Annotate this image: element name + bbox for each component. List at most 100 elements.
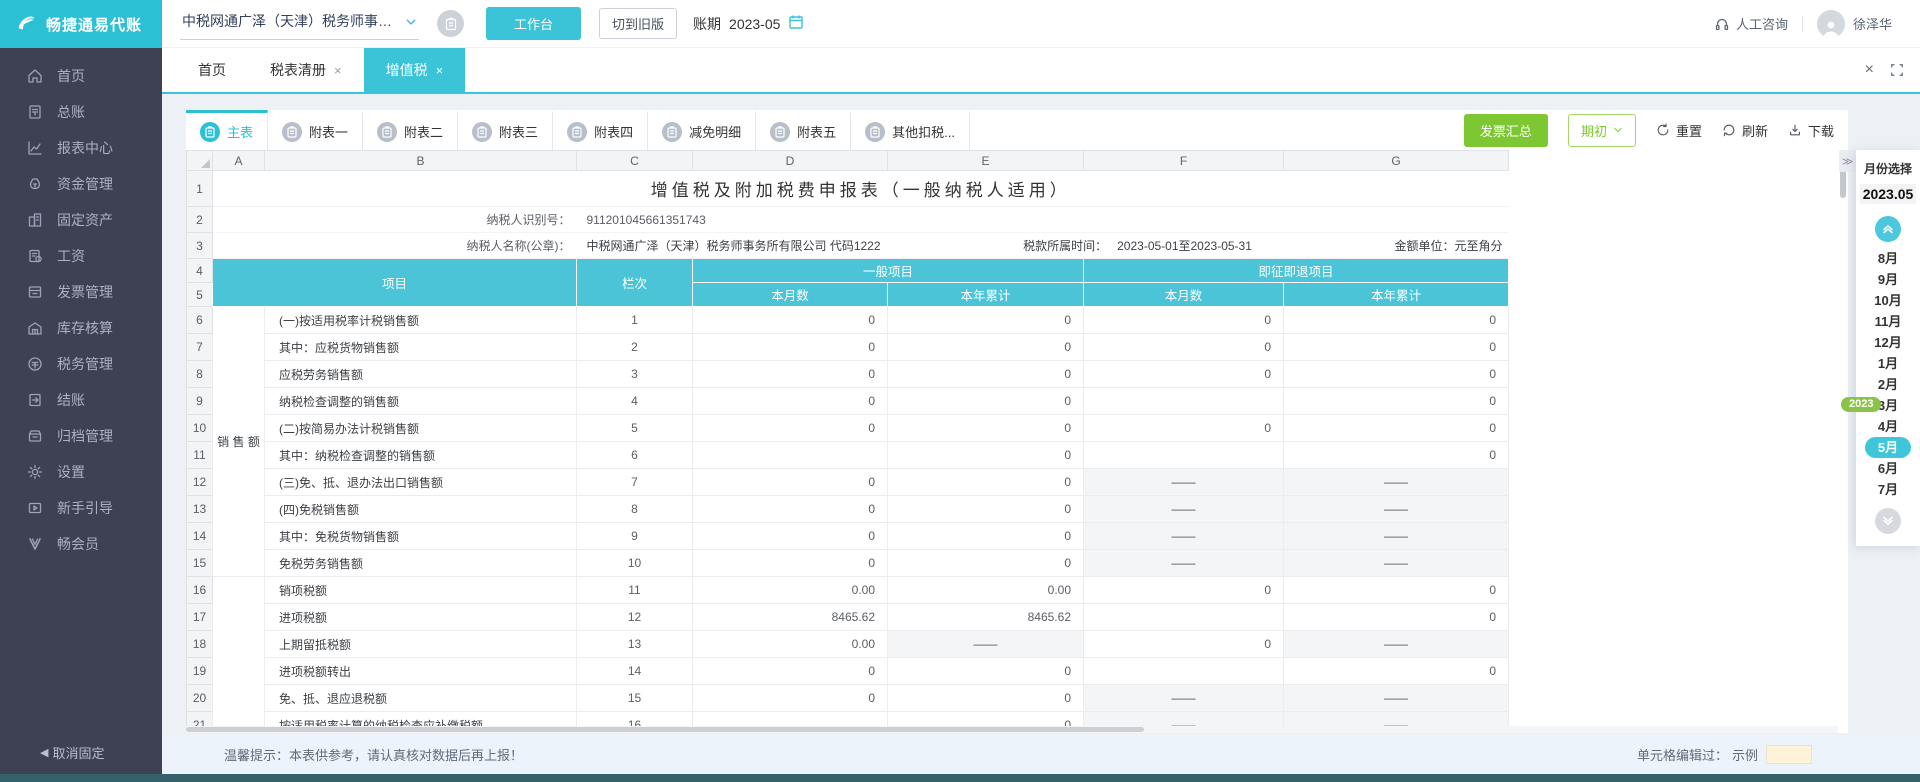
reset-button[interactable]: 重置: [1656, 121, 1702, 140]
subtab-schedule-2[interactable]: 附表二: [363, 110, 459, 150]
tax-period: 税款所属时间： 2023-05-01至2023-05-31: [1023, 239, 1252, 253]
col-header: F: [1083, 150, 1284, 171]
subtab-schedule-5[interactable]: 附表五: [756, 110, 852, 150]
vip-v-icon: [26, 535, 44, 553]
download-icon: [1790, 124, 1800, 136]
header-ytd: 本年累计: [1283, 282, 1509, 307]
month-item[interactable]: 4月: [1856, 416, 1920, 437]
month-item[interactable]: 12月: [1856, 332, 1920, 353]
company-selector[interactable]: 中税网通广泽（天津）税务师事务所有...: [180, 7, 419, 40]
header-col-no: 栏次: [576, 258, 693, 307]
user-menu[interactable]: 徐泽华: [1816, 9, 1892, 38]
sidebar-item-tax[interactable]: 税务管理: [0, 346, 162, 382]
collapse-month-panel-handle[interactable]: ≫: [1839, 150, 1856, 172]
divider: [1801, 15, 1803, 32]
unpin-sidebar-button[interactable]: ◀ 取消固定: [0, 743, 162, 762]
month-item[interactable]: 11月: [1856, 311, 1920, 332]
reset-icon: [1657, 123, 1669, 136]
edited-cell-swatch: [1766, 745, 1812, 764]
tab-home[interactable]: 首页: [176, 48, 248, 92]
subtab-schedule-1[interactable]: 附表一: [268, 110, 364, 150]
month-item[interactable]: 1月: [1856, 353, 1920, 374]
sidebar-item-fixed-assets[interactable]: 固定资产: [0, 202, 162, 238]
sidebar-item-payroll[interactable]: 工资: [0, 238, 162, 274]
close-icon[interactable]: ×: [436, 63, 444, 78]
col-header: G: [1283, 150, 1509, 171]
sheet-icon: [567, 121, 588, 142]
switch-old-version-button[interactable]: 切到旧版: [599, 8, 678, 39]
subtab-schedule-4[interactable]: 附表四: [553, 110, 649, 150]
warehouse-icon: [26, 319, 44, 337]
chevron-down-icon: [405, 15, 417, 27]
app-logo: 畅捷通易代账: [0, 0, 162, 48]
subtab-main-form[interactable]: 主表: [186, 110, 269, 150]
clipboard-shortcut-button[interactable]: [437, 10, 464, 37]
sidebar-item-invoices[interactable]: 发票管理: [0, 274, 162, 310]
sheet-row: 7 其中：应税货物销售额 2 0 0 0 0: [186, 333, 1509, 361]
horizontal-scrollbar-thumb[interactable]: [186, 727, 1145, 732]
subtab-reduction-detail[interactable]: 减免明细: [648, 110, 757, 150]
tax-form-table: A B C D E F G 1 增值税及附加税费申报表（一般纳税人适用） 2 纳…: [186, 150, 1509, 733]
month-item[interactable]: 7月: [1856, 479, 1920, 500]
tabrow-actions: ×: [1865, 48, 1920, 92]
download-button[interactable]: 下载: [1788, 121, 1834, 140]
archive-box-icon: [26, 427, 44, 445]
month-item[interactable]: 2月: [1856, 374, 1920, 395]
invoice-summary-button[interactable]: 发票汇总: [1463, 113, 1548, 147]
sidebar-item-funds[interactable]: 资金管理: [0, 166, 162, 202]
app-root: 畅捷通易代账 首页 总账 报表中心 资金管理 固定资产 工资 发票管理 库存核算…: [0, 0, 1920, 782]
refresh-icon: [1723, 124, 1735, 137]
calendar-icon[interactable]: [788, 14, 804, 33]
support-button[interactable]: 人工咨询: [1714, 14, 1788, 33]
money-bag-icon: [26, 175, 44, 193]
tab-vat[interactable]: 增值税 ×: [363, 48, 466, 92]
tab-tax-register[interactable]: 税表清册 ×: [248, 48, 364, 92]
period-label: 账期: [693, 15, 722, 32]
table-header-row-1: 4 项目 栏次 一般项目 即征即退项目: [186, 258, 1509, 307]
refresh-button[interactable]: 刷新: [1722, 121, 1768, 140]
subtab-other-deduction[interactable]: 其他扣税...: [851, 110, 970, 150]
scroll-months-down-button[interactable]: [1875, 508, 1901, 534]
header-refund-items: 即征即退项目: [1083, 258, 1509, 283]
taxpayer-name-value[interactable]: 中税网通广泽（天津）税务师事务所有限公司 代码1222: [587, 237, 881, 254]
sidebar-item-closing[interactable]: 结账: [0, 382, 162, 418]
month-item[interactable]: 9月: [1856, 269, 1920, 290]
month-item[interactable]: 8月: [1856, 248, 1920, 269]
month-item[interactable]: 6月: [1856, 458, 1920, 479]
horizontal-scrollbar: [186, 726, 1838, 733]
taxpayer-id-value[interactable]: 911201045661351743: [576, 206, 1509, 233]
subtab-schedule-3[interactable]: 附表三: [458, 110, 554, 150]
close-icon[interactable]: ×: [334, 63, 342, 78]
sheet-row: 10 (二)按简易办法计税销售额 5 0 0 0 0: [186, 414, 1509, 442]
col-header: E: [887, 150, 1084, 171]
row-number: 1: [186, 170, 213, 207]
form-toolbar: 主表 附表一 附表二 附表三 附表四 减免明细 附表五 其他扣税... 发票汇总…: [186, 110, 1848, 150]
toolbar-actions: 发票汇总 期初 重置 刷新 下载: [1463, 110, 1848, 150]
close-panel-icon[interactable]: ×: [1865, 61, 1874, 79]
edited-cell-legend: 单元格编辑过： 示例: [1637, 745, 1812, 764]
sidebar-item-home[interactable]: 首页: [0, 58, 162, 94]
row-number: 5: [186, 282, 213, 307]
sheet-icon: [662, 121, 683, 142]
taxpayer-id-row: 2 纳税人识别号： 911201045661351743: [186, 206, 1509, 233]
sidebar-item-guide[interactable]: 新手引导: [0, 490, 162, 526]
sidebar-item-inventory[interactable]: 库存核算: [0, 310, 162, 346]
workbench-button[interactable]: 工作台: [486, 7, 582, 40]
sidebar-item-member[interactable]: 畅会员: [0, 526, 162, 562]
opening-balance-dropdown[interactable]: 期初: [1567, 113, 1636, 147]
column-header-row: A B C D E F G: [186, 150, 1509, 171]
sidebar-item-report-center[interactable]: 报表中心: [0, 130, 162, 166]
building-icon: [26, 211, 44, 229]
row-group-empty: [212, 576, 265, 733]
month-selector-panel: 月份选择 2023.05 8月 9月 10月 11月 12月 1月 2月 3月 …: [1841, 150, 1920, 546]
sheet-row: 11 其中：纳税检查调整的销售额 6 0 0: [186, 441, 1509, 469]
month-item-selected[interactable]: 5月: [1865, 437, 1911, 458]
scroll-months-up-button[interactable]: [1875, 216, 1901, 242]
sidebar-item-archive[interactable]: 归档管理: [0, 418, 162, 454]
sidebar-item-general-ledger[interactable]: 总账: [0, 94, 162, 130]
period-value[interactable]: 2023-05: [729, 16, 780, 32]
month-item[interactable]: 10月: [1856, 290, 1920, 311]
sidebar-item-settings[interactable]: 设置: [0, 454, 162, 490]
topbar: 中税网通广泽（天津）税务师事务所有... 工作台 切到旧版 账期 2023-05…: [162, 0, 1920, 48]
fullscreen-icon[interactable]: [1890, 63, 1904, 77]
